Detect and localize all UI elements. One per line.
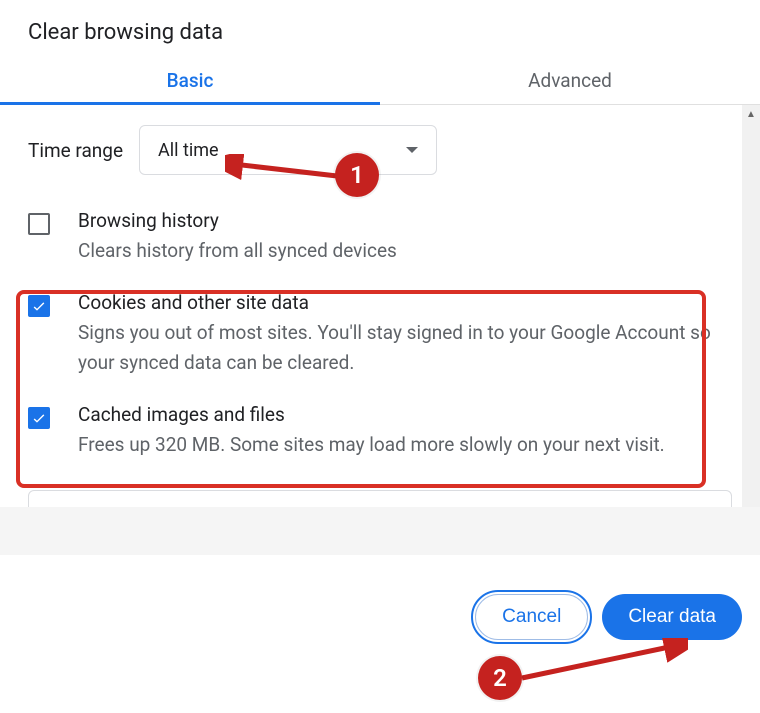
clear-data-button[interactable]: Clear data (602, 594, 742, 640)
scroll-up-icon[interactable]: ▲ (742, 105, 760, 123)
time-range-row: Time range All time (28, 125, 732, 175)
checkbox-cookies[interactable] (28, 295, 50, 317)
option-desc: Signs you out of most sites. You'll stay… (78, 318, 732, 377)
option-desc: Frees up 320 MB. Some sites may load mor… (78, 430, 665, 459)
option-text: Browsing history Clears history from all… (78, 209, 397, 265)
caret-down-icon (406, 147, 418, 153)
dialog-title: Clear browsing data (0, 0, 760, 55)
bottom-strip (0, 507, 760, 555)
tab-basic[interactable]: Basic (0, 55, 380, 104)
dialog-footer: Cancel Clear data (0, 570, 760, 664)
scrollbar[interactable]: ▲ ▼ (742, 105, 760, 555)
cancel-button[interactable]: Cancel (475, 594, 588, 640)
option-cache: Cached images and files Frees up 320 MB.… (28, 395, 732, 477)
check-icon (31, 298, 47, 314)
tabs: Basic Advanced (0, 55, 760, 105)
scroll-area: Time range All time Browsing history Cle… (0, 105, 760, 555)
check-icon (31, 410, 47, 426)
option-title: Cached images and files (78, 403, 665, 426)
time-range-label: Time range (28, 139, 123, 162)
option-text: Cached images and files Frees up 320 MB.… (78, 403, 665, 459)
checkbox-cache[interactable] (28, 407, 50, 429)
option-cookies: Cookies and other site data Signs you ou… (28, 283, 732, 395)
time-range-value: All time (158, 140, 219, 161)
option-browsing-history: Browsing history Clears history from all… (28, 201, 732, 283)
option-title: Browsing history (78, 209, 397, 232)
option-text: Cookies and other site data Signs you ou… (78, 291, 732, 377)
clear-browsing-data-dialog: Clear browsing data Basic Advanced Time … (0, 0, 760, 555)
option-desc: Clears history from all synced devices (78, 236, 397, 265)
tab-advanced[interactable]: Advanced (380, 55, 760, 104)
checkbox-browsing-history[interactable] (28, 213, 50, 235)
option-title: Cookies and other site data (78, 291, 732, 314)
time-range-dropdown[interactable]: All time (139, 125, 437, 175)
